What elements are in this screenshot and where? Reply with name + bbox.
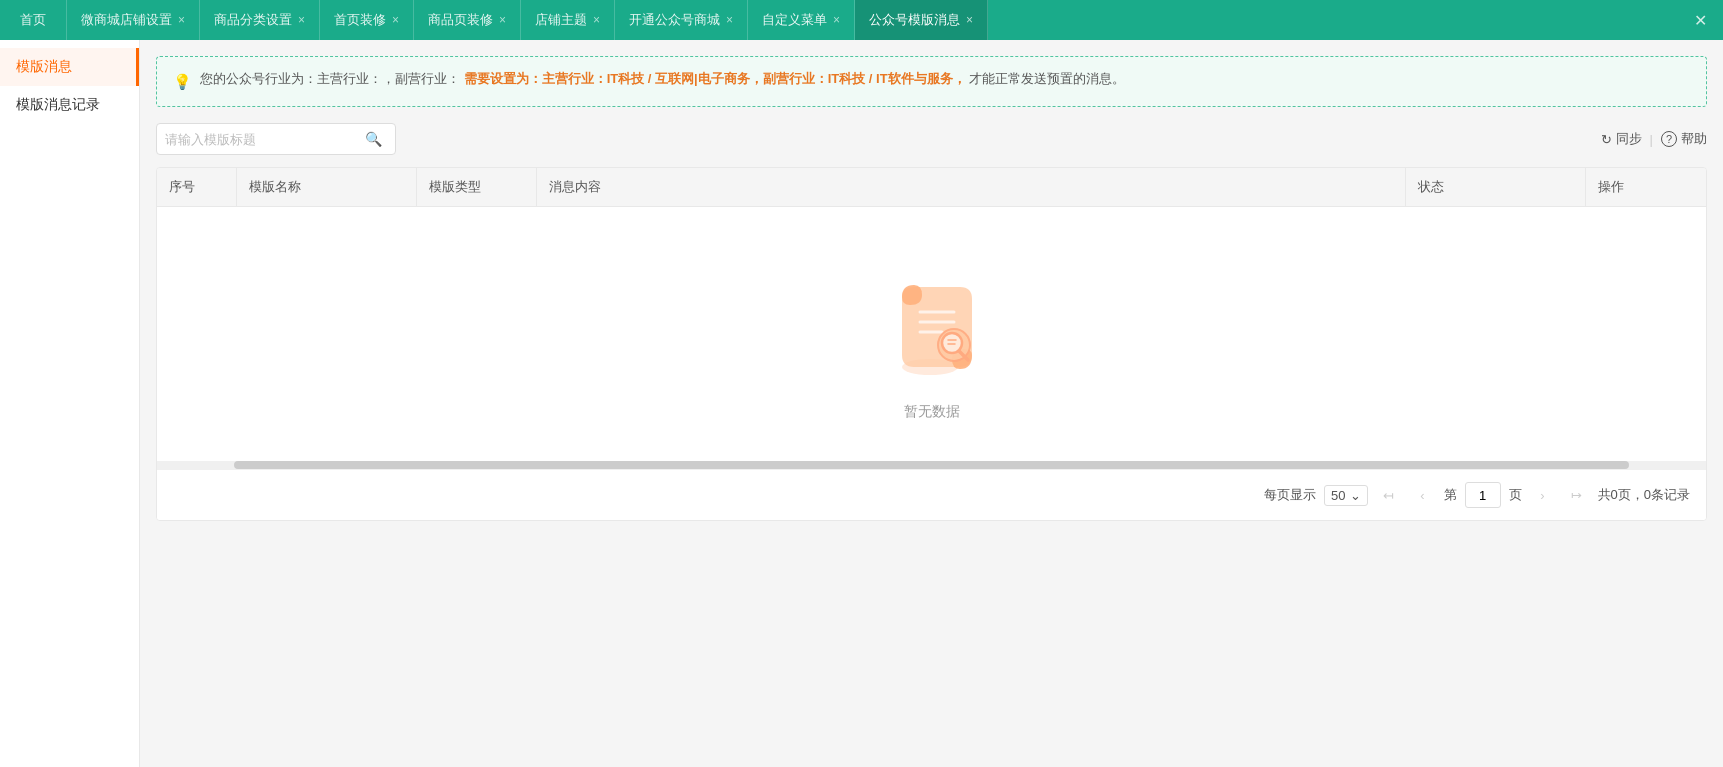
close-icon[interactable]: × <box>966 13 973 27</box>
page-size-select[interactable]: 50 ⌄ <box>1324 485 1367 506</box>
table-header: 序号 模版名称 模版类型 消息内容 状态 操作 <box>157 168 1706 207</box>
nav-tab-product-page-label: 商品页装修 <box>428 11 493 29</box>
col-name: 模版名称 <box>237 168 417 206</box>
nav-tab-custom-menu-label: 自定义菜单 <box>762 11 827 29</box>
col-content: 消息内容 <box>537 168 1406 206</box>
nav-tab-home[interactable]: 首页 <box>0 0 67 40</box>
nav-tab-shop-theme[interactable]: 店铺主题 × <box>521 0 615 40</box>
notice-highlight: 需要设置为：主营行业：IT科技 / 互联网|电子商务，副营行业：IT科技 / I… <box>464 71 966 86</box>
nav-tab-micro-shop[interactable]: 微商城店铺设置 × <box>67 0 200 40</box>
notice-text: 您的公众号行业为：主营行业：，副营行业： 需要设置为：主营行业：IT科技 / 互… <box>200 69 1125 90</box>
close-icon[interactable]: × <box>178 13 185 27</box>
empty-text: 暂无数据 <box>904 403 960 421</box>
page-prefix: 第 <box>1444 486 1457 504</box>
nav-tab-open-mall-label: 开通公众号商城 <box>629 11 720 29</box>
nav-tab-template-msg-label: 公众号模版消息 <box>869 11 960 29</box>
col-status: 状态 <box>1406 168 1586 206</box>
pagination: 每页显示 50 ⌄ ↤ ‹ 第 页 › ↦ 共0页，0条记录 <box>157 469 1706 520</box>
help-icon: ? <box>1661 131 1677 147</box>
toolbar-divider: | <box>1650 132 1653 147</box>
empty-state: 暂无数据 <box>157 207 1706 461</box>
current-page-input[interactable] <box>1465 482 1501 508</box>
page-unit: 页 <box>1509 486 1522 504</box>
toolbar-right: ↻ 同步 | ? 帮助 <box>1601 130 1707 148</box>
close-icon[interactable]: × <box>298 13 305 27</box>
close-icon[interactable]: × <box>593 13 600 27</box>
page-total: 共0页，0条记录 <box>1598 486 1690 504</box>
nav-tab-open-mall[interactable]: 开通公众号商城 × <box>615 0 748 40</box>
search-input[interactable] <box>165 132 365 147</box>
nav-tab-template-msg[interactable]: 公众号模版消息 × <box>855 0 988 40</box>
main-layout: 模版消息 模版消息记录 💡 您的公众号行业为：主营行业：，副营行业： 需要设置为… <box>0 40 1723 767</box>
nav-tab-homepage-deco[interactable]: 首页装修 × <box>320 0 414 40</box>
sidebar-item-template-record-label: 模版消息记录 <box>16 96 100 112</box>
help-button[interactable]: ? 帮助 <box>1661 130 1707 148</box>
nav-tab-custom-menu[interactable]: 自定义菜单 × <box>748 0 855 40</box>
close-icon[interactable]: × <box>726 13 733 27</box>
prev-page-button[interactable]: ‹ <box>1410 482 1436 508</box>
sidebar: 模版消息 模版消息记录 <box>0 40 140 767</box>
last-page-button[interactable]: ↦ <box>1564 482 1590 508</box>
nav-tab-product-category[interactable]: 商品分类设置 × <box>200 0 320 40</box>
lightbulb-icon: 💡 <box>173 70 192 94</box>
sync-icon: ↻ <box>1601 132 1612 147</box>
sidebar-item-template-record[interactable]: 模版消息记录 <box>0 86 139 124</box>
nav-tab-home-label: 首页 <box>20 11 46 29</box>
nav-tab-micro-shop-label: 微商城店铺设置 <box>81 11 172 29</box>
nav-tab-product-page[interactable]: 商品页装修 × <box>414 0 521 40</box>
data-table: 序号 模版名称 模版类型 消息内容 状态 操作 <box>156 167 1707 521</box>
page-size-label: 每页显示 <box>1264 486 1316 504</box>
close-icon[interactable]: × <box>499 13 506 27</box>
nav-tab-shop-theme-label: 店铺主题 <box>535 11 587 29</box>
empty-illustration <box>872 267 992 387</box>
help-label: 帮助 <box>1681 130 1707 148</box>
close-icon[interactable]: × <box>833 13 840 27</box>
notice-banner: 💡 您的公众号行业为：主营行业：，副营行业： 需要设置为：主营行业：IT科技 /… <box>156 56 1707 107</box>
top-nav: 首页 微商城店铺设置 × 商品分类设置 × 首页装修 × 商品页装修 × 店铺主… <box>0 0 1723 40</box>
notice-prefix: 您的公众号行业为：主营行业：，副营行业： <box>200 71 460 86</box>
nav-tab-homepage-deco-label: 首页装修 <box>334 11 386 29</box>
page-size-value: 50 <box>1331 488 1345 503</box>
next-page-button[interactable]: › <box>1530 482 1556 508</box>
sync-label: 同步 <box>1616 130 1642 148</box>
first-page-button[interactable]: ↤ <box>1376 482 1402 508</box>
col-actions: 操作 <box>1586 168 1706 206</box>
sync-button[interactable]: ↻ 同步 <box>1601 130 1642 148</box>
content-area: 💡 您的公众号行业为：主营行业：，副营行业： 需要设置为：主营行业：IT科技 /… <box>140 40 1723 767</box>
horizontal-scrollbar[interactable] <box>157 461 1706 469</box>
sidebar-item-template-message[interactable]: 模版消息 <box>0 48 139 86</box>
col-type: 模版类型 <box>417 168 537 206</box>
nav-tab-product-category-label: 商品分类设置 <box>214 11 292 29</box>
search-wrap: 🔍 <box>156 123 396 155</box>
close-all-button[interactable]: ✕ <box>1678 11 1723 30</box>
notice-suffix: 才能正常发送预置的消息。 <box>969 71 1125 86</box>
sidebar-item-template-message-label: 模版消息 <box>16 58 72 74</box>
close-icon[interactable]: × <box>392 13 399 27</box>
scrollbar-thumb[interactable] <box>234 461 1628 469</box>
col-seq: 序号 <box>157 168 237 206</box>
chevron-down-icon: ⌄ <box>1350 488 1361 503</box>
search-icon[interactable]: 🔍 <box>365 131 382 147</box>
toolbar: 🔍 ↻ 同步 | ? 帮助 <box>156 123 1707 155</box>
